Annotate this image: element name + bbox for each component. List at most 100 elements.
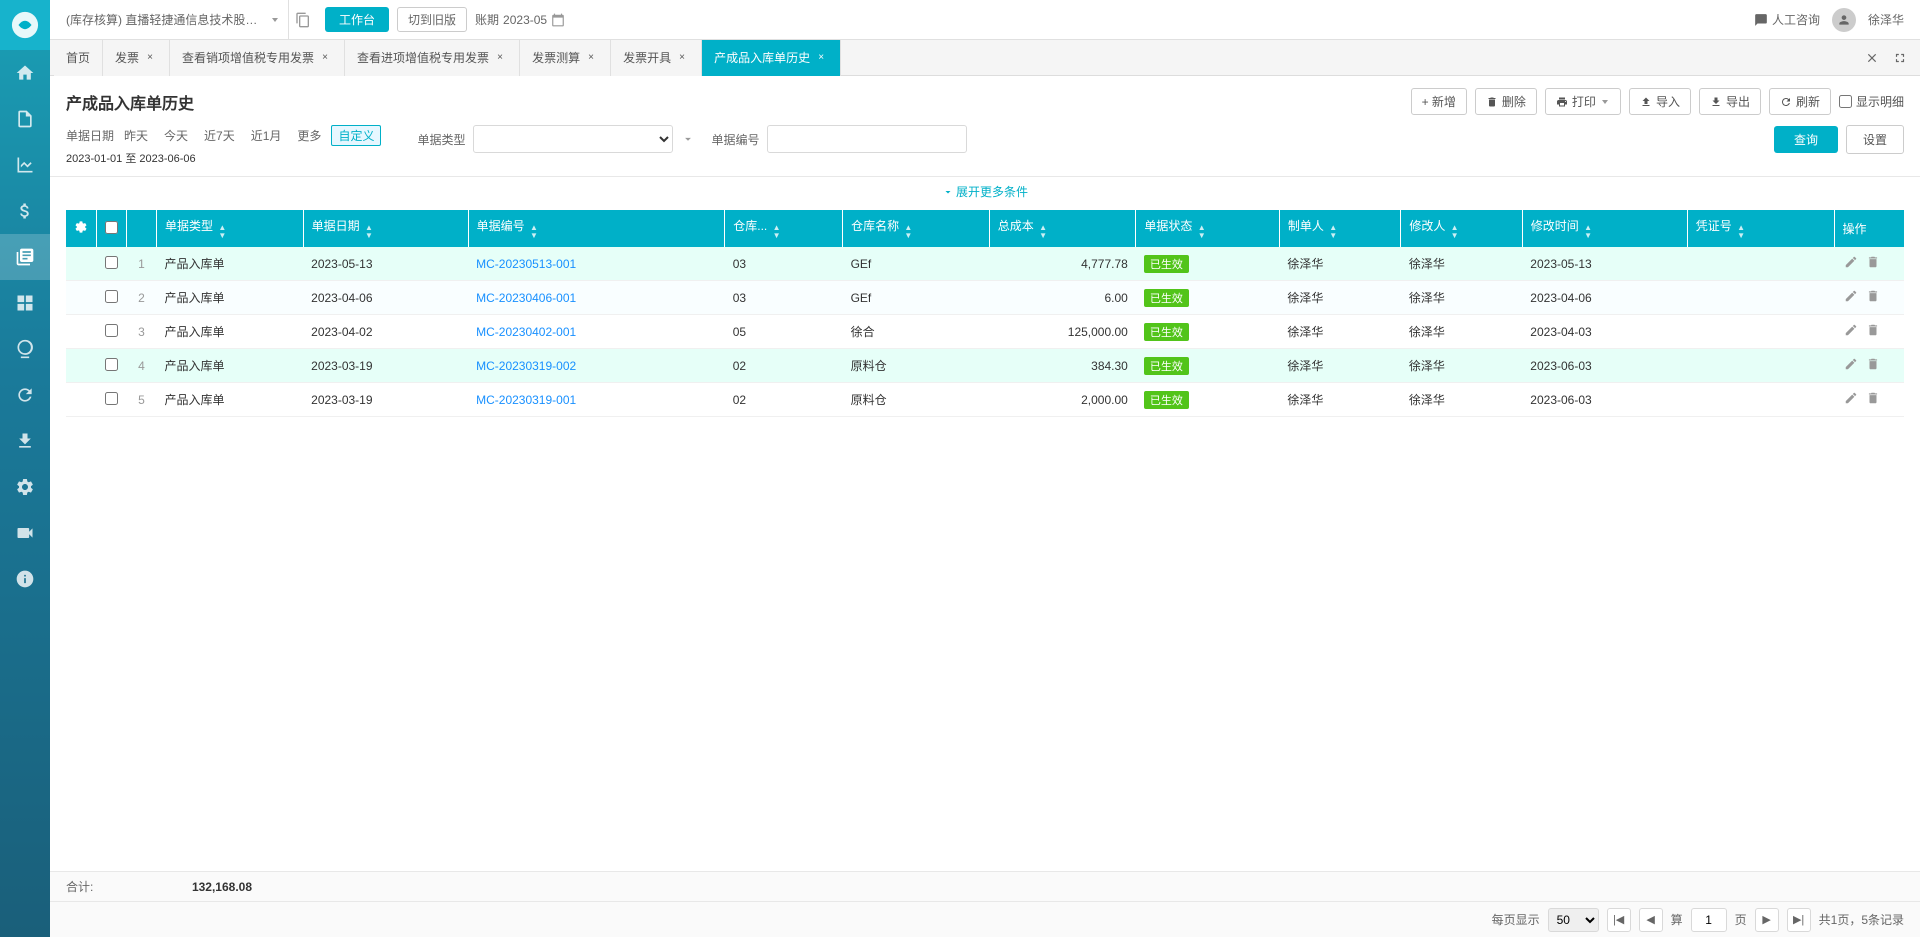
date-shortcut-more[interactable]: 更多 (291, 126, 327, 145)
last-page-btn[interactable]: ▶| (1787, 908, 1811, 932)
date-shortcut-7days[interactable]: 近7天 (198, 126, 241, 145)
export-button[interactable]: 导出 (1699, 88, 1761, 115)
date-shortcut-today[interactable]: 今天 (158, 126, 194, 145)
sidebar-item-refresh2[interactable] (0, 372, 50, 418)
row-checkbox-cell[interactable] (97, 349, 127, 383)
row-code-link[interactable]: MC-20230319-002 (476, 359, 576, 373)
row-delete-button[interactable] (1864, 253, 1882, 274)
tab-open[interactable]: 发票开具 × (611, 40, 702, 76)
tab-check-purchase-close[interactable]: × (493, 51, 507, 65)
tab-calc[interactable]: 发票测算 × (520, 40, 611, 76)
sidebar-item-home[interactable] (0, 50, 50, 96)
per-page-select[interactable]: 50 100 (1548, 908, 1599, 932)
date-col-header[interactable]: 单据日期 ▲▼ (303, 210, 468, 247)
refresh-button[interactable]: 刷新 (1769, 88, 1831, 115)
sidebar-item-stamp[interactable] (0, 326, 50, 372)
row-checkbox[interactable] (105, 392, 118, 405)
tab-check-purchase[interactable]: 查看进项增值税专用发票 × (345, 40, 520, 76)
voucher-col-header[interactable]: 凭证号 ▲▼ (1687, 210, 1834, 247)
row-checkbox-cell[interactable] (97, 281, 127, 315)
tab-invoice-close[interactable]: × (143, 51, 157, 65)
import-button[interactable]: 导入 (1629, 88, 1691, 115)
oldver-button[interactable]: 切到旧版 (397, 7, 467, 32)
company-selector[interactable]: (库存核算) 直播轻捷通信息技术股份... (58, 0, 289, 39)
service-button[interactable]: 人工咨询 (1754, 11, 1820, 28)
sidebar-item-download[interactable] (0, 418, 50, 464)
row-edit-button[interactable] (1842, 287, 1860, 308)
print-button[interactable]: 打印 (1545, 88, 1621, 115)
date-shortcut-custom[interactable]: 自定义 (331, 125, 381, 146)
first-page-btn[interactable]: |◀ (1607, 908, 1631, 932)
sidebar-item-settings2[interactable] (0, 464, 50, 510)
cost-col-header[interactable]: 总成本 ▲▼ (989, 210, 1136, 247)
row-edit-button[interactable] (1842, 389, 1860, 410)
tab-check-sale-close[interactable]: × (318, 51, 332, 65)
row-code-cell[interactable]: MC-20230319-002 (468, 349, 725, 383)
delete-button[interactable]: 删除 (1475, 88, 1537, 115)
sidebar-item-tax[interactable] (0, 188, 50, 234)
code-col-header[interactable]: 单据编号 ▲▼ (468, 210, 725, 247)
date-shortcut-yesterday[interactable]: 昨天 (118, 126, 154, 145)
tab-open-close[interactable]: × (675, 51, 689, 65)
select-all-col[interactable] (97, 210, 127, 247)
row-code-cell[interactable]: MC-20230513-001 (468, 247, 725, 281)
row-code-link[interactable]: MC-20230513-001 (476, 257, 576, 271)
tab-history-close[interactable]: × (814, 51, 828, 65)
row-checkbox[interactable] (105, 256, 118, 269)
row-delete-button[interactable] (1864, 389, 1882, 410)
row-checkbox[interactable] (105, 324, 118, 337)
expand-conditions-button[interactable]: 展开更多条件 (942, 183, 1028, 200)
row-edit-button[interactable] (1842, 355, 1860, 376)
tab-calc-close[interactable]: × (584, 51, 598, 65)
type-col-header[interactable]: 单据类型 ▲▼ (157, 210, 304, 247)
code-filter-input[interactable] (767, 125, 967, 153)
date-shortcut-1month[interactable]: 近1月 (245, 126, 288, 145)
type-filter-select[interactable] (473, 125, 673, 153)
row-code-link[interactable]: MC-20230406-001 (476, 291, 576, 305)
tab-close-all[interactable] (1860, 46, 1884, 70)
tab-invoice[interactable]: 发票 × (103, 40, 170, 76)
workbench-button[interactable]: 工作台 (325, 7, 389, 32)
modifier-col-header[interactable]: 修改人 ▲▼ (1401, 210, 1522, 247)
status-col-header[interactable]: 单据状态 ▲▼ (1136, 210, 1279, 247)
row-checkbox[interactable] (105, 358, 118, 371)
row-code-cell[interactable]: MC-20230319-001 (468, 383, 725, 417)
row-code-link[interactable]: MC-20230402-001 (476, 325, 576, 339)
date-range-display[interactable]: 2023-01-01 至 2023-06-06 (66, 150, 381, 166)
row-code-cell[interactable]: MC-20230402-001 (468, 315, 725, 349)
row-checkbox[interactable] (105, 290, 118, 303)
prev-page-btn[interactable]: ◀ (1639, 908, 1663, 932)
row-code-cell[interactable]: MC-20230406-001 (468, 281, 725, 315)
reset-button[interactable]: 设置 (1846, 125, 1904, 154)
user-menu[interactable]: 徐泽华 (1868, 11, 1904, 28)
row-code-link[interactable]: MC-20230319-001 (476, 393, 576, 407)
page-number-input[interactable] (1691, 908, 1727, 932)
row-edit-button[interactable] (1842, 321, 1860, 342)
query-button[interactable]: 查询 (1774, 126, 1838, 153)
creator-col-header[interactable]: 制单人 ▲▼ (1279, 210, 1400, 247)
show-detail-checkbox[interactable] (1839, 95, 1852, 108)
show-detail-toggle[interactable]: 显示明细 (1839, 93, 1904, 110)
tab-maximize[interactable] (1888, 46, 1912, 70)
row-checkbox-cell[interactable] (97, 383, 127, 417)
sidebar-item-warehouse[interactable] (0, 234, 50, 280)
sidebar-item-document[interactable] (0, 96, 50, 142)
row-delete-button[interactable] (1864, 321, 1882, 342)
next-page-btn[interactable]: ▶ (1755, 908, 1779, 932)
row-delete-button[interactable] (1864, 355, 1882, 376)
tab-check-sale[interactable]: 查看销项增值税专用发票 × (170, 40, 345, 76)
select-all-checkbox[interactable] (105, 221, 118, 234)
period-selector[interactable]: 账期 2023-05 (475, 11, 565, 28)
whname-col-header[interactable]: 仓库名称 ▲▼ (843, 210, 990, 247)
sidebar-item-video[interactable] (0, 510, 50, 556)
row-delete-button[interactable] (1864, 287, 1882, 308)
sidebar-item-version[interactable] (0, 556, 50, 602)
row-edit-button[interactable] (1842, 253, 1860, 274)
column-settings-icon[interactable] (74, 220, 88, 234)
sidebar-item-grid[interactable] (0, 280, 50, 326)
row-checkbox-cell[interactable] (97, 247, 127, 281)
new-button[interactable]: + 新增 (1411, 88, 1467, 115)
modtime-col-header[interactable]: 修改时间 ▲▼ (1522, 210, 1687, 247)
tab-home[interactable]: 首页 (54, 40, 103, 76)
sidebar-item-chart[interactable] (0, 142, 50, 188)
